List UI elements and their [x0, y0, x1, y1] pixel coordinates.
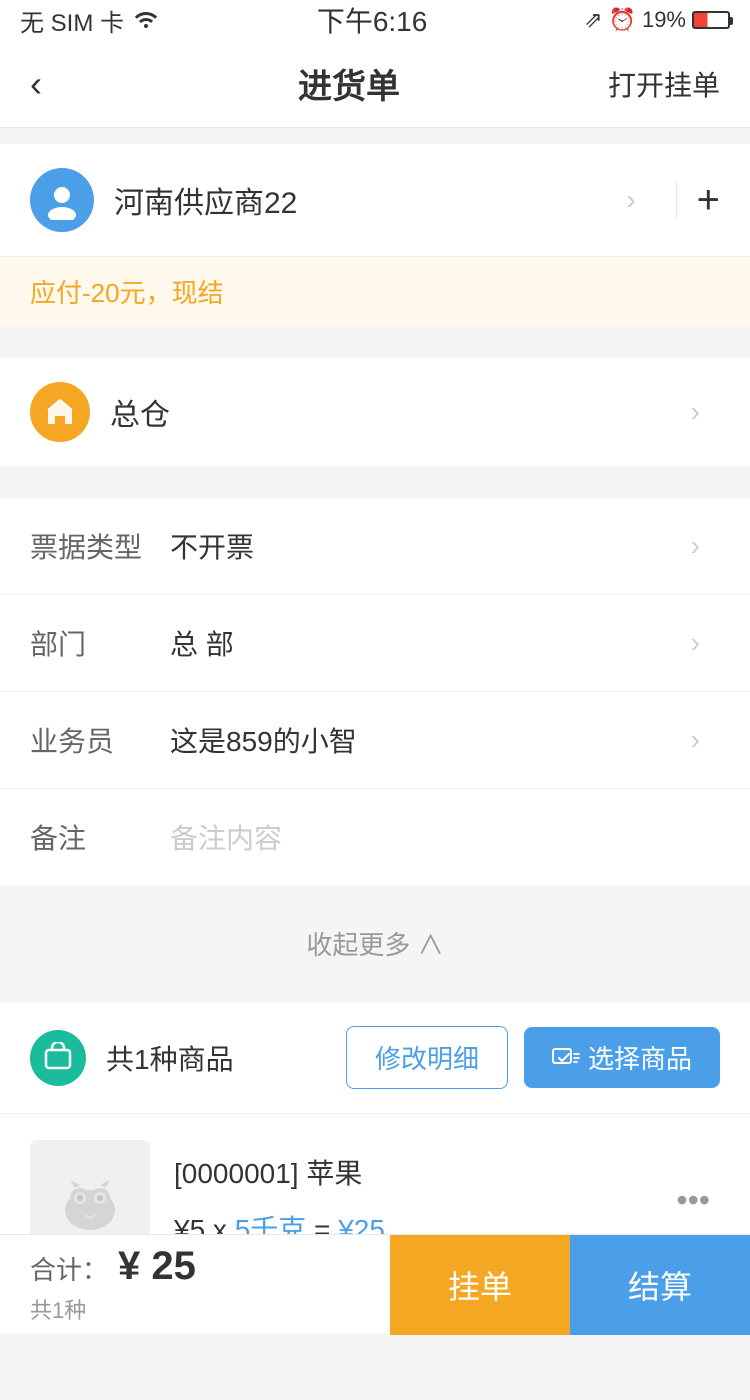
- select-product-label: 选择商品: [588, 1039, 692, 1076]
- bottom-bar: 合计： ¥ 25 共1种 挂单 结算: [0, 1234, 750, 1334]
- status-right: ⇗ ⏰ 19%: [584, 7, 730, 33]
- remark-label: 备注: [30, 817, 170, 857]
- location-icon: ⇗: [584, 7, 602, 33]
- product-header: 共1种商品 修改明细 选择商品: [0, 1002, 750, 1114]
- total-main: 合计： ¥ 25: [30, 1244, 360, 1289]
- back-button[interactable]: ‹: [30, 63, 90, 105]
- salesman-label: 业务员: [30, 720, 170, 760]
- open-hang-button[interactable]: 打开挂单: [608, 64, 720, 104]
- invoice-row[interactable]: 票据类型 不开票 ›: [0, 498, 750, 595]
- total-label: 合计：: [30, 1250, 108, 1287]
- remark-row[interactable]: 备注 备注内容: [0, 789, 750, 885]
- status-bar: 无 SIM 卡 下午6:16 ⇗ ⏰ 19%: [0, 0, 750, 40]
- supplier-section: 河南供应商22 › + 应付-20元，现结: [0, 144, 750, 326]
- warehouse-name: 总仓: [110, 390, 691, 434]
- salesman-value: 这是859的小智: [170, 720, 691, 760]
- remark-input[interactable]: 备注内容: [170, 817, 720, 857]
- department-row[interactable]: 部门 总 部 ›: [0, 595, 750, 692]
- product-name: [0000001] 苹果: [174, 1152, 666, 1192]
- product-code: [0000001]: [174, 1158, 306, 1189]
- checkout-button[interactable]: 结算: [570, 1235, 750, 1335]
- hang-order-button[interactable]: 挂单: [390, 1235, 570, 1335]
- form-section: 票据类型 不开票 › 部门 总 部 › 业务员 这是859的小智 › 备注 备注…: [0, 498, 750, 885]
- total-amount: ¥ 25: [118, 1244, 196, 1289]
- department-value: 总 部: [170, 623, 691, 663]
- select-product-button[interactable]: 选择商品: [524, 1027, 720, 1088]
- warehouse-section: 总仓 ›: [0, 358, 750, 466]
- warehouse-row[interactable]: 总仓 ›: [0, 358, 750, 466]
- department-label: 部门: [30, 623, 170, 663]
- supplier-row[interactable]: 河南供应商22 › +: [0, 144, 750, 257]
- supplier-name: 河南供应商22: [114, 178, 626, 222]
- invoice-value: 不开票: [170, 526, 691, 566]
- total-sub: 共1种: [30, 1293, 360, 1325]
- invoice-chevron-icon: ›: [691, 530, 700, 562]
- warehouse-icon: [30, 382, 90, 442]
- supplier-notice: 应付-20元，现结: [0, 257, 750, 326]
- supplier-divider: [676, 180, 677, 220]
- supplier-avatar: [30, 168, 94, 232]
- salesman-chevron-icon: ›: [691, 724, 700, 756]
- salesman-row[interactable]: 业务员 这是859的小智 ›: [0, 692, 750, 789]
- invoice-label: 票据类型: [30, 526, 170, 566]
- department-chevron-icon: ›: [691, 627, 700, 659]
- battery-percent: 19%: [642, 7, 686, 33]
- wifi-icon: [132, 6, 160, 35]
- modify-detail-button[interactable]: 修改明细: [346, 1026, 508, 1089]
- add-supplier-button[interactable]: +: [697, 180, 720, 220]
- nav-bar: ‹ 进货单 打开挂单: [0, 40, 750, 128]
- product-count-text: 共1种商品: [106, 1038, 346, 1078]
- total-area: 合计： ¥ 25 共1种: [0, 1244, 390, 1325]
- carrier-text: 无 SIM 卡: [20, 3, 124, 38]
- battery-icon: [692, 11, 730, 29]
- page-title: 进货单: [298, 59, 400, 108]
- product-more-button[interactable]: •••: [666, 1172, 720, 1229]
- supplier-chevron-icon: ›: [626, 184, 635, 216]
- warehouse-chevron-icon: ›: [691, 396, 700, 428]
- status-time: 下午6:16: [317, 0, 428, 40]
- collapse-bar[interactable]: 收起更多 ∧: [0, 901, 750, 986]
- product-count-icon: [30, 1030, 86, 1086]
- status-left: 无 SIM 卡: [20, 3, 160, 38]
- alarm-icon: ⏰: [609, 7, 636, 33]
- product-title: 苹果: [306, 1158, 362, 1189]
